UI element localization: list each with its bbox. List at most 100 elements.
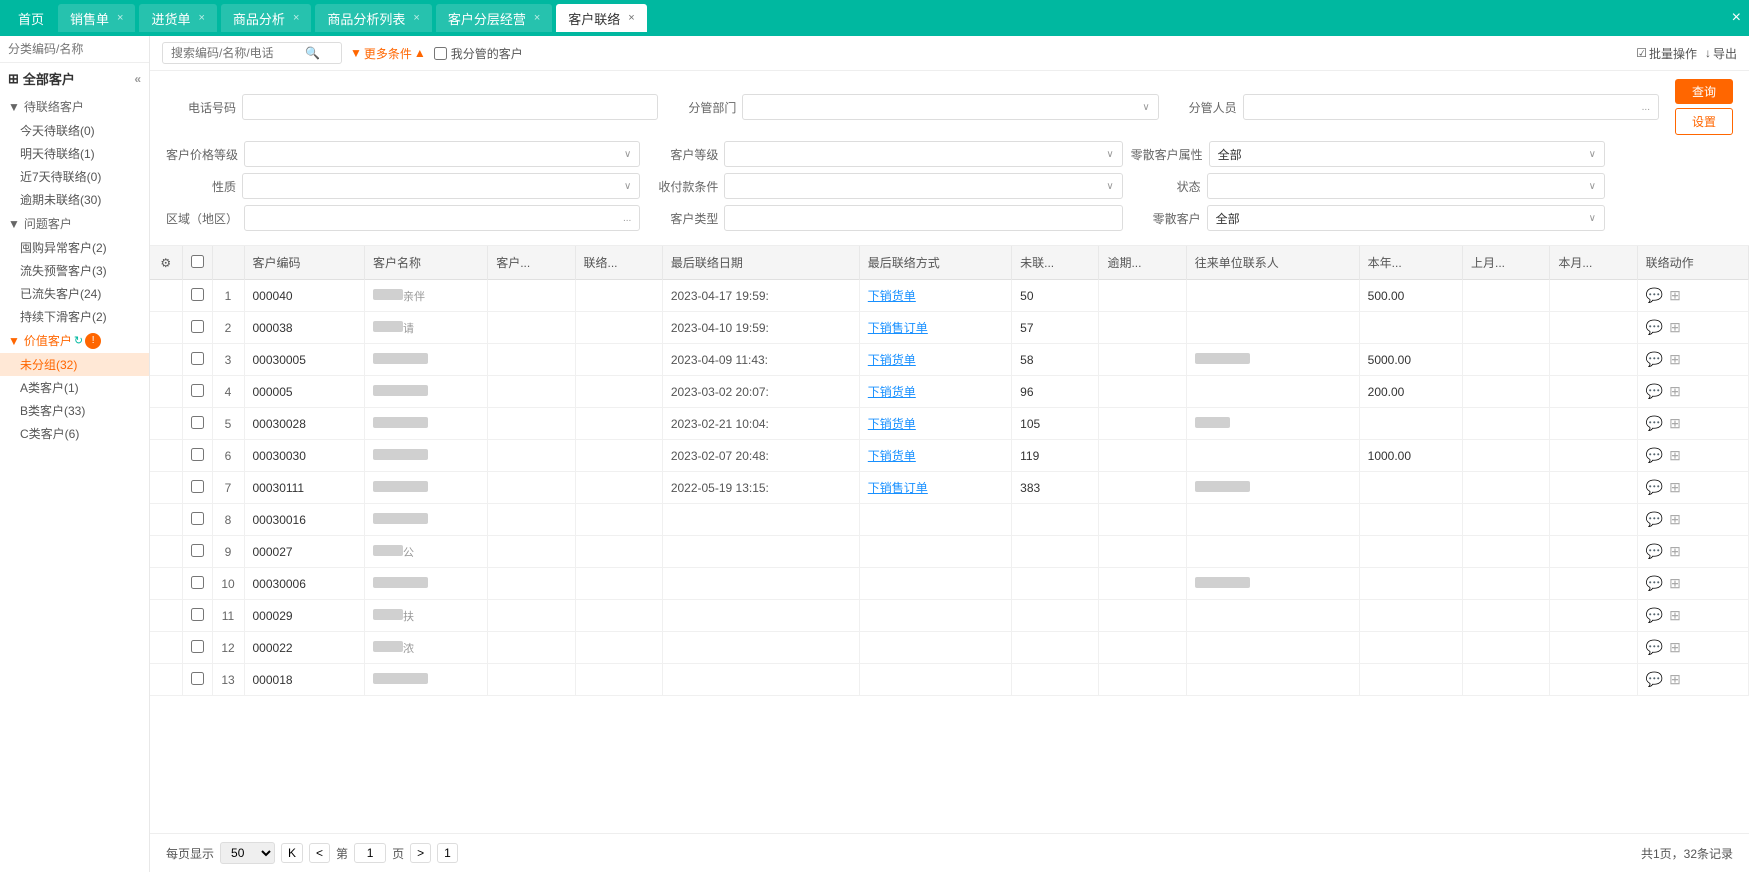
sidebar-item-overdue[interactable]: 逾期未联络(30) [0,188,149,211]
sidebar-item-declining[interactable]: 持续下滑客户(2) [0,305,149,328]
filter-phone-input[interactable] [242,94,658,120]
grid-action-icon[interactable]: ⊞ [1669,575,1681,592]
filter-price-level-select[interactable]: ∨ [244,141,640,167]
chat-action-icon[interactable]: 💬 [1646,415,1663,432]
chat-action-icon[interactable]: 💬 [1646,639,1663,656]
filter-status-select[interactable]: ∨ [1207,173,1605,199]
row-checkbox[interactable] [191,384,204,397]
prev-page-button[interactable]: < [309,843,330,863]
col-type[interactable]: 客户... [488,246,575,280]
grid-action-icon[interactable]: ⊞ [1669,383,1681,400]
nav-tab-purchase[interactable]: 进货单 × [139,4,216,32]
row-checkbox[interactable] [191,352,204,365]
row-checkbox[interactable] [191,576,204,589]
filter-nature-select[interactable]: ∨ [242,173,640,199]
row-checkbox[interactable] [191,544,204,557]
row-checkbox[interactable] [191,672,204,685]
cell-last-method[interactable]: 下销货单 [859,408,1011,440]
chat-action-icon[interactable]: 💬 [1646,543,1663,560]
filter-manager-select[interactable]: ... [1243,94,1659,120]
my-customers-check[interactable] [434,47,447,60]
col-last-method[interactable]: 最后联络方式 [859,246,1011,280]
sidebar-item-b-class[interactable]: B类客户(33) [0,399,149,422]
grid-action-icon[interactable]: ⊞ [1669,351,1681,368]
grid-action-icon[interactable]: ⊞ [1669,287,1681,304]
cell-last-method[interactable]: 下销货单 [859,344,1011,376]
close-sales-icon[interactable]: × [117,12,123,24]
row-checkbox[interactable] [191,288,204,301]
cell-last-method[interactable]: 下销货单 [859,376,1011,408]
chat-action-icon[interactable]: 💬 [1646,479,1663,496]
chat-action-icon[interactable]: 💬 [1646,319,1663,336]
grid-action-icon[interactable]: ⊞ [1669,479,1681,496]
sidebar-item-a-class[interactable]: A类客户(1) [0,376,149,399]
cell-last-method[interactable] [859,504,1011,536]
row-checkbox[interactable] [191,320,204,333]
chat-action-icon[interactable]: 💬 [1646,447,1663,464]
search-button[interactable]: 查询 [1675,79,1733,104]
grid-action-icon[interactable]: ⊞ [1669,447,1681,464]
sidebar-group-problem[interactable]: ▼ 问题客户 [0,211,149,236]
sidebar-all-customers[interactable]: ⊞ 全部客户 « [0,63,149,94]
select-all-checkbox[interactable] [191,255,204,268]
chat-action-icon[interactable]: 💬 [1646,575,1663,592]
more-conditions-button[interactable]: ▼ 更多条件 ▲ [350,45,426,62]
sidebar-group-pending[interactable]: ▼ 待联络客户 [0,94,149,119]
col-action[interactable]: 联络动作 [1637,246,1748,280]
sidebar-item-churn-warning[interactable]: 流失预警客户(3) [0,259,149,282]
col-last-date[interactable]: 最后联络日期 [662,246,859,280]
main-search-icon[interactable]: 🔍 [305,46,320,60]
nav-home-tab[interactable]: 首页 [8,9,54,28]
chat-action-icon[interactable]: 💬 [1646,671,1663,688]
cell-last-method[interactable]: 下销货单 [859,440,1011,472]
cell-last-method[interactable] [859,632,1011,664]
chat-action-icon[interactable]: 💬 [1646,351,1663,368]
refresh-icon[interactable]: ↻ [74,334,83,347]
chat-action-icon[interactable]: 💬 [1646,383,1663,400]
sidebar-item-abnormal[interactable]: 囤购异常客户(2) [0,236,149,259]
close-product-analysis-icon[interactable]: × [293,12,299,24]
cell-last-method[interactable]: 下销货单 [859,280,1011,312]
reset-button[interactable]: 设置 [1675,108,1733,135]
grid-action-icon[interactable]: ⊞ [1669,671,1681,688]
cell-last-method[interactable] [859,664,1011,696]
nav-tab-customer-tier[interactable]: 客户分层经营 × [436,4,552,32]
filter-customer-type-select[interactable] [724,205,1122,231]
last-page-button[interactable]: 1 [437,843,458,863]
col-this-year[interactable]: 本年... [1359,246,1462,280]
col-uncontacted[interactable]: 未联... [1012,246,1099,280]
cell-last-method[interactable]: 下销售订单 [859,472,1011,504]
sidebar-search-input[interactable] [8,42,150,56]
first-page-button[interactable]: K [281,843,303,863]
cell-last-method[interactable]: 下销售订单 [859,312,1011,344]
nav-tab-customer-contact[interactable]: 客户联络 × [556,4,646,32]
row-checkbox[interactable] [191,480,204,493]
cell-last-method[interactable] [859,536,1011,568]
row-checkbox[interactable] [191,448,204,461]
cell-last-method[interactable] [859,568,1011,600]
close-product-list-icon[interactable]: × [413,12,419,24]
col-this-month[interactable]: 本月... [1550,246,1637,280]
col-last-month[interactable]: 上月... [1463,246,1550,280]
chat-action-icon[interactable]: 💬 [1646,607,1663,624]
close-customer-tier-icon[interactable]: × [534,12,540,24]
cell-last-method[interactable] [859,600,1011,632]
col-settings[interactable]: ⚙ [150,246,182,280]
grid-action-icon[interactable]: ⊞ [1669,543,1681,560]
page-number-input[interactable] [354,843,386,863]
nav-tab-sales[interactable]: 销售单 × [58,4,135,32]
grid-action-icon[interactable]: ⊞ [1669,319,1681,336]
sidebar-collapse-button[interactable]: « [134,72,141,86]
sidebar-item-c-class[interactable]: C类客户(6) [0,422,149,445]
col-name[interactable]: 客户名称 [364,246,487,280]
sidebar-group-value[interactable]: ▼ 价值客户 ↻ ! [0,328,149,353]
sidebar-item-today[interactable]: 今天待联络(0) [0,119,149,142]
close-all-tabs-button[interactable]: × [1732,9,1741,27]
row-checkbox[interactable] [191,640,204,653]
chat-action-icon[interactable]: 💬 [1646,511,1663,528]
close-purchase-icon[interactable]: × [198,12,204,24]
sidebar-item-churned[interactable]: 已流失客户(24) [0,282,149,305]
col-overdue[interactable]: 逾期... [1099,246,1186,280]
grid-action-icon[interactable]: ⊞ [1669,639,1681,656]
filter-region-select[interactable]: ... [244,205,640,231]
